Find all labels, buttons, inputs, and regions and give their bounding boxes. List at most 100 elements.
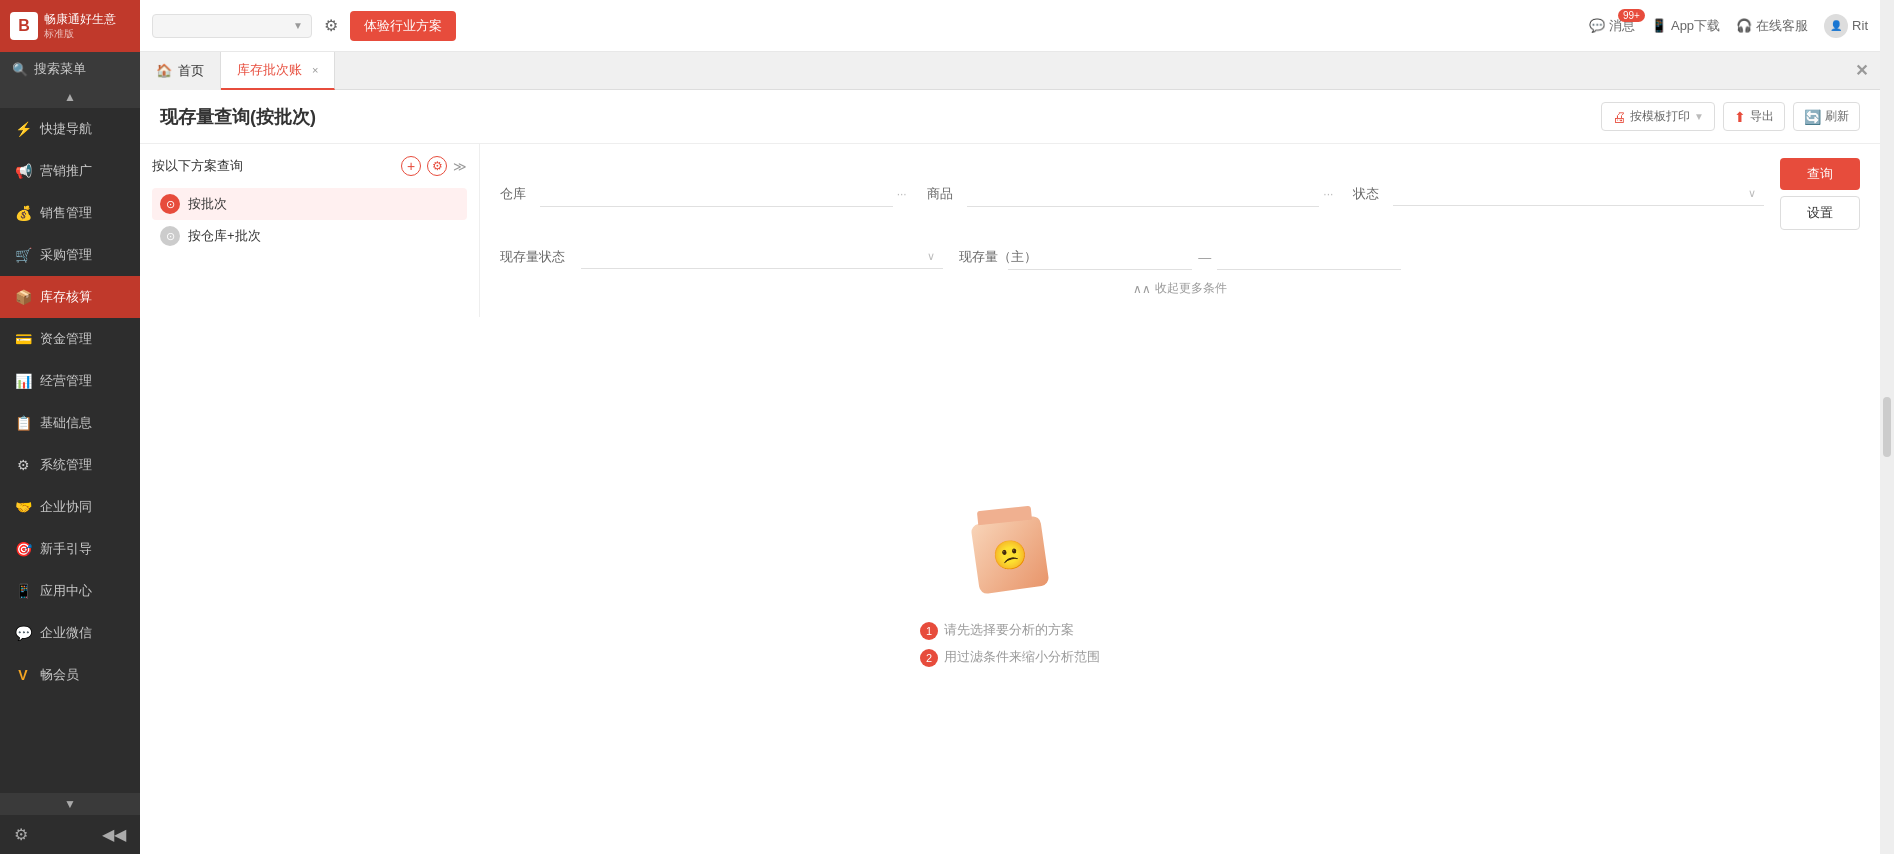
sidebar-item-quick-nav[interactable]: ⚡ 快捷导航 [0, 108, 140, 150]
topbar-settings-icon[interactable]: ⚙ [320, 12, 342, 39]
sidebar-collapse-icon[interactable]: ◀◀ [102, 825, 126, 844]
topbar-input-wrap[interactable]: ▼ [152, 14, 312, 38]
collapse-scheme-icon[interactable]: ≫ [453, 159, 467, 174]
stock-qty-input-from[interactable] [1008, 244, 1192, 270]
avatar: 👤 [1824, 14, 1848, 38]
sidebar-item-label: 库存核算 [40, 288, 92, 306]
enterprise-icon: 🤝 [14, 498, 32, 516]
tab-inventory-batch[interactable]: 库存批次账 × [221, 52, 335, 90]
sidebar-item-purchase[interactable]: 🛒 采购管理 [0, 234, 140, 276]
sidebar-item-label: 企业协同 [40, 498, 92, 516]
status-select[interactable]: ∨ [1393, 182, 1764, 206]
trial-button[interactable]: 体验行业方案 [350, 11, 456, 41]
sidebar-scroll-down[interactable]: ▼ [0, 793, 140, 815]
operation-icon: 📊 [14, 372, 32, 390]
search-menu-item[interactable]: 🔍 搜索菜单 [0, 52, 140, 86]
tab-close-icon[interactable]: × [312, 64, 318, 76]
finance-icon: 💳 [14, 330, 32, 348]
filter-scheme-header: 按以下方案查询 + ⚙ ≫ [152, 156, 467, 176]
empty-tips: 1 请先选择要分析的方案 2 用过滤条件来缩小分析范围 [920, 621, 1100, 667]
sidebar-item-member[interactable]: V 畅会员 [0, 654, 140, 696]
app-download-button[interactable]: 📱 App下载 [1651, 17, 1720, 35]
add-scheme-button[interactable]: + [401, 156, 421, 176]
sidebar-item-wechat[interactable]: 💬 企业微信 [0, 612, 140, 654]
sidebar-item-basic[interactable]: 📋 基础信息 [0, 402, 140, 444]
sidebar-item-apps[interactable]: 📱 应用中心 [0, 570, 140, 612]
sidebar-item-enterprise[interactable]: 🤝 企业协同 [0, 486, 140, 528]
status-select-arrow: ∨ [1748, 187, 1756, 200]
topbar-search-input[interactable] [161, 19, 287, 33]
export-icon: ⬆ [1734, 109, 1746, 125]
query-button[interactable]: 查询 [1780, 158, 1860, 190]
tip-num-1: 1 [920, 622, 938, 640]
warehouse-field: 仓库 ··· [500, 181, 911, 207]
app-subtitle: 标准版 [44, 27, 116, 41]
collapse-more-button[interactable]: ∧∧ 收起更多条件 [500, 274, 1860, 303]
sidebar-item-label: 营销推广 [40, 162, 92, 180]
sidebar-item-finance[interactable]: 💳 资金管理 [0, 318, 140, 360]
inventory-icon: 📦 [14, 288, 32, 306]
empty-state: 😕 1 请先选择要分析的方案 2 用过滤条件来缩小分析范围 [140, 317, 1880, 854]
filter-buttons: 查询 设置 [1780, 158, 1860, 230]
print-button[interactable]: 🖨 按模板打印 ▼ [1601, 102, 1715, 131]
product-more-icon[interactable]: ··· [1319, 187, 1337, 201]
product-field: 商品 ··· [927, 181, 1338, 207]
settings-icon[interactable]: ⚙ [14, 825, 28, 844]
sidebar-item-label: 系统管理 [40, 456, 92, 474]
home-icon: 🏠 [156, 63, 172, 78]
sidebar-item-label: 经营管理 [40, 372, 92, 390]
sidebar-scroll-up[interactable]: ▲ [0, 86, 140, 108]
filter-settings-button[interactable]: 设置 [1780, 196, 1860, 230]
scheme-option-batch[interactable]: ⊙ 按批次 [152, 188, 467, 220]
status-field: 状态 ∨ [1353, 182, 1764, 206]
collapse-up-icon: ∧∧ [1133, 282, 1151, 296]
empty-illustration: 😕 [960, 505, 1060, 605]
message-button[interactable]: 💬 消息 99+ [1589, 17, 1635, 35]
stock-status-select[interactable]: ∨ [581, 245, 943, 269]
sidebar-item-system[interactable]: ⚙ 系统管理 [0, 444, 140, 486]
sidebar-item-marketing[interactable]: 📢 营销推广 [0, 150, 140, 192]
main-area: ▼ ⚙ 体验行业方案 💬 消息 99+ 📱 App下载 🎧 在线客服 👤 [140, 0, 1880, 854]
sidebar-item-label: 资金管理 [40, 330, 92, 348]
sidebar-item-newbie[interactable]: 🎯 新手引导 [0, 528, 140, 570]
filter-scheme-title: 按以下方案查询 [152, 157, 243, 175]
export-button[interactable]: ⬆ 导出 [1723, 102, 1785, 131]
search-menu-label: 搜索菜单 [34, 60, 86, 78]
sidebar: B 畅康通好生意 标准版 🔍 搜索菜单 ▲ ⚡ 快捷导航 📢 营销推广 💰 销售… [0, 0, 140, 854]
scheme-option-label: 按批次 [188, 195, 227, 213]
tab-home[interactable]: 🏠 首页 [140, 52, 221, 90]
sidebar-item-sales[interactable]: 💰 销售管理 [0, 192, 140, 234]
print-dropdown-icon[interactable]: ▼ [1694, 111, 1704, 122]
filter-row-2: 现存量状态 ∨ 现存量（主） — [500, 244, 1860, 270]
basic-icon: 📋 [14, 414, 32, 432]
empty-tip-2: 2 用过滤条件来缩小分析范围 [920, 648, 1100, 667]
user-menu-button[interactable]: 👤 Rit [1824, 14, 1868, 38]
topbar-chevron-icon[interactable]: ▼ [293, 20, 303, 31]
topbar-right: 💬 消息 99+ 📱 App下载 🎧 在线客服 👤 Rit [1589, 14, 1868, 38]
refresh-button[interactable]: 🔄 刷新 [1793, 102, 1860, 131]
app-logo: B [10, 12, 38, 40]
settings-scheme-button[interactable]: ⚙ [427, 156, 447, 176]
tabbar-close-button[interactable]: ✕ [1843, 61, 1880, 80]
wechat-icon: 💬 [14, 624, 32, 642]
sidebar-item-label: 新手引导 [40, 540, 92, 558]
stock-qty-input-to[interactable] [1217, 244, 1401, 270]
phone-icon: 📱 [1651, 18, 1667, 33]
sidebar-item-label: 畅会员 [40, 666, 79, 684]
warehouse-more-icon[interactable]: ··· [893, 187, 911, 201]
apps-icon: 📱 [14, 582, 32, 600]
scroll-handle [1883, 397, 1891, 457]
online-service-button[interactable]: 🎧 在线客服 [1736, 17, 1808, 35]
scheme-option-warehouse-batch[interactable]: ⊙ 按仓库+批次 [152, 220, 467, 252]
stock-status-arrow: ∨ [927, 250, 935, 263]
scheme-active-icon: ⊙ [160, 194, 180, 214]
content-area: 现存量查询(按批次) 🖨 按模板打印 ▼ ⬆ 导出 🔄 刷新 [140, 90, 1880, 854]
sales-icon: 💰 [14, 204, 32, 222]
sidebar-item-label: 企业微信 [40, 624, 92, 642]
sidebar-item-operation[interactable]: 📊 经营管理 [0, 360, 140, 402]
warehouse-input[interactable] [540, 181, 893, 207]
headset-icon: 🎧 [1736, 18, 1752, 33]
sidebar-item-inventory[interactable]: 📦 库存核算 [0, 276, 140, 318]
page-title: 现存量查询(按批次) [160, 105, 316, 129]
product-input[interactable] [967, 181, 1320, 207]
